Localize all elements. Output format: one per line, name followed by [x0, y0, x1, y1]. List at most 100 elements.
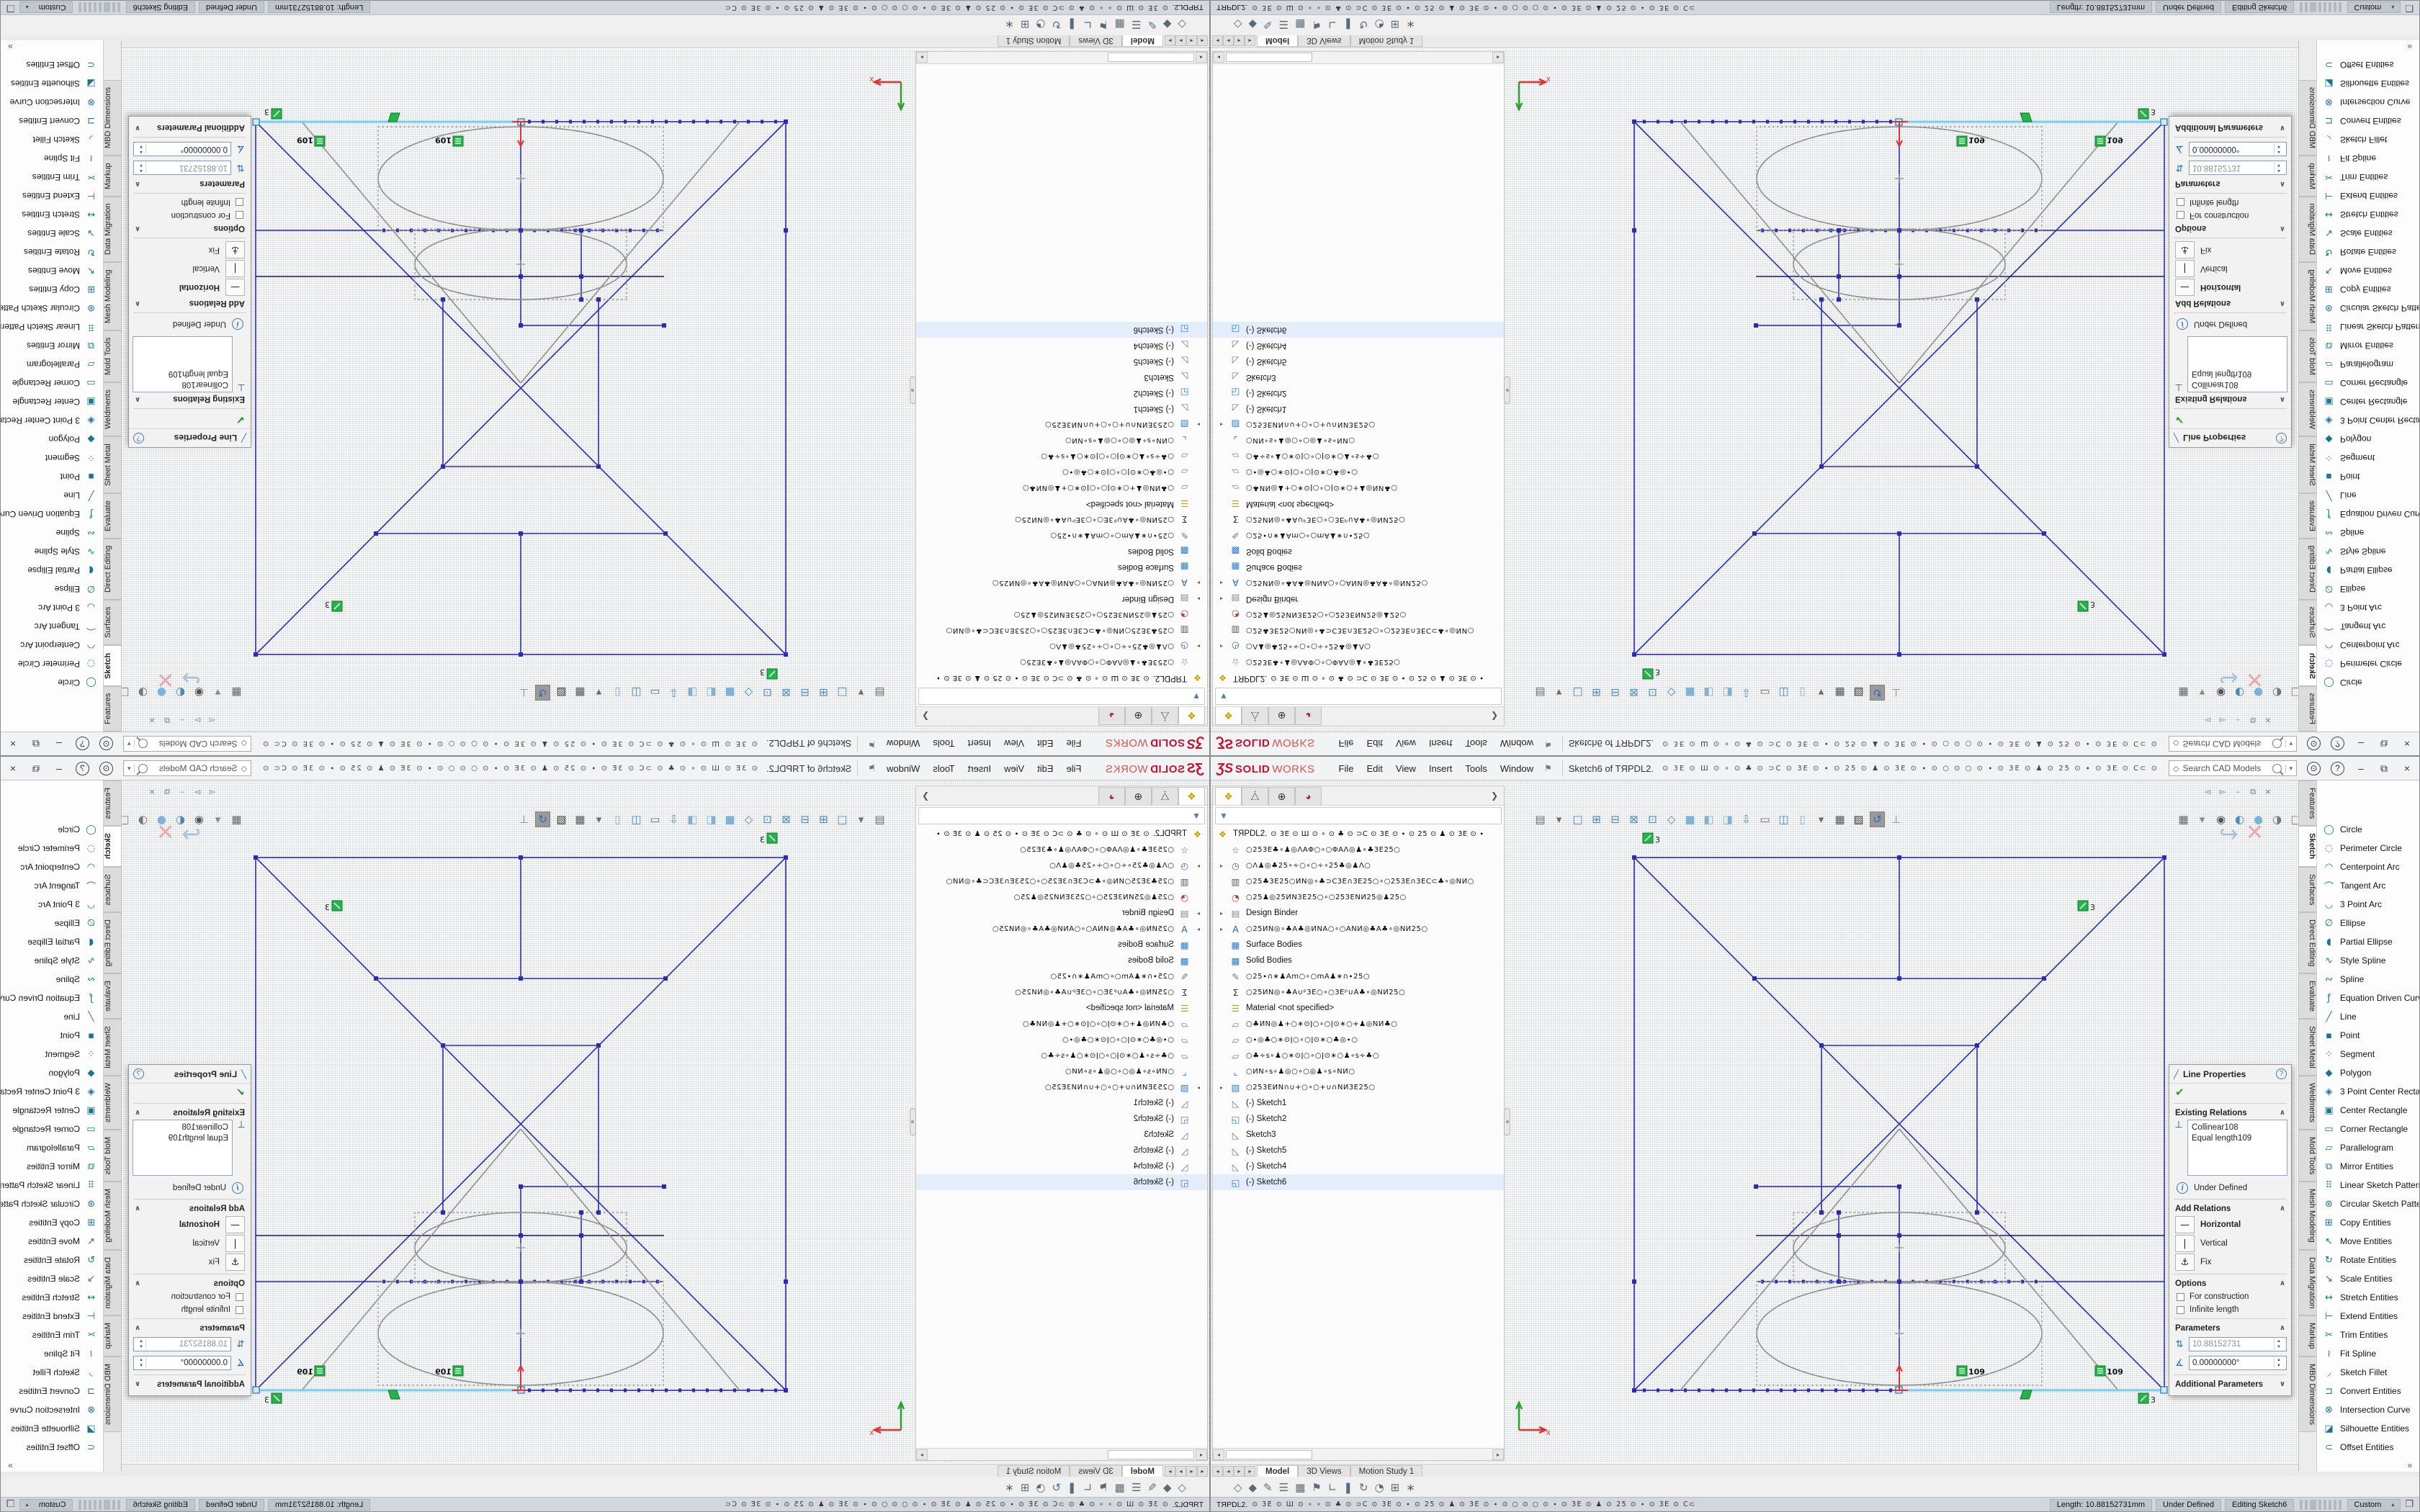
spinner-control[interactable]: ▲▼: [2274, 1357, 2283, 1369]
bottom-toolbar-icon[interactable]: ∗: [1406, 1481, 1415, 1494]
view-toolbar-icon[interactable]: ▭: [1757, 811, 1773, 827]
mdi-control-icon[interactable]: ▻: [192, 787, 202, 797]
sketch-tool-item[interactable]: ≀ Fit Spline: [1, 1344, 103, 1363]
relation-badge-109a[interactable]: 109: [435, 1366, 463, 1377]
exit-sketch-icon[interactable]: ↪: [2219, 665, 2238, 692]
view-toolbar-icon[interactable]: □: [1570, 811, 1585, 827]
sketch-tool-item[interactable]: ◡ 3 Point Arc: [1, 598, 103, 617]
sketch-tool-item[interactable]: ⁘ Segment: [2317, 1045, 2419, 1063]
sketch-tool-item[interactable]: ◌ Perimeter Circle: [2317, 654, 2419, 673]
section-existing-relations[interactable]: Existing Relations ∧: [129, 392, 251, 406]
mdi-control-icon[interactable]: ⧉: [162, 715, 172, 725]
sketch-tool-item[interactable]: ↻ Rotate Entities: [2317, 1251, 2419, 1269]
relation-badge-109a[interactable]: 109: [1957, 135, 1985, 146]
tree-item[interactable]: ▸ ▤ Design Binder: [1213, 905, 1504, 921]
sketch-tool-item[interactable]: ↘ Scale Entities: [2317, 1269, 2419, 1288]
exit-sketch-icon[interactable]: ↪: [2219, 820, 2238, 847]
relation-list-item[interactable]: Collinear108: [2192, 1122, 2283, 1133]
tab-nav-button[interactable]: ▸: [1165, 35, 1175, 46]
tree-item[interactable]: ◺ (-) Sketch1: [1213, 401, 1504, 417]
sketch-tool-item[interactable]: ⊛ Circular Sketch Pattern: [2317, 299, 2419, 318]
sketch-tool-item[interactable]: ↻ Rotate Entities: [1, 243, 103, 261]
feature-manager-tab[interactable]: ◕: [1098, 707, 1125, 725]
sketch-tool-item[interactable]: ◞ Sketch Fillet: [2317, 130, 2419, 149]
view-toolbar-icon[interactable]: ◨: [685, 811, 700, 827]
bottom-toolbar-icon[interactable]: ∟: [1328, 1481, 1337, 1494]
display-toolbar-icon[interactable]: ▾: [2195, 685, 2210, 701]
tree-item[interactable]: ▱ ○♣ИΝ◎♟+○∗⊙ǀ○∘○ǀ⊙∗○+♟◎ΝИ♣○: [916, 1016, 1207, 1032]
sketch-tool-item[interactable]: ↻ Rotate Entities: [1, 1251, 103, 1269]
flyout-arrow-icon[interactable]: ❯: [1491, 791, 1498, 801]
quick-access-toolbar[interactable]: ⊙ 3Ε ⊙ Ш ⊙ ∘ ⊙ ♣ ⊙ ⊃C ⊙ 3Ε ⊙ ∙ ⊙ 25 ⊙ ♟ …: [260, 765, 758, 773]
add-relation-button[interactable]: — Horizontal: [2169, 1215, 2291, 1234]
bottom-toolbar-icon[interactable]: ∗: [1406, 18, 1415, 31]
status-tag-icon[interactable]: ❒: [2405, 1499, 2414, 1510]
mdi-control-icon[interactable]: ⧉: [2248, 715, 2258, 725]
sketch-tool-item[interactable]: ∅ Ellipse: [2317, 914, 2419, 932]
relation-badge-3a[interactable]: 3: [760, 833, 777, 845]
section-add-relations[interactable]: Add Relations ∧: [129, 297, 251, 310]
pin-menu-icon[interactable]: ⚑: [1544, 763, 1552, 773]
view-toolbar-icon[interactable]: ▤: [872, 811, 887, 827]
relation-list-item[interactable]: Collinear108: [2192, 379, 2283, 390]
bottom-toolbar-icon[interactable]: ↻: [1052, 1481, 1062, 1494]
toolbar-overflow-chevron[interactable]: »: [2407, 42, 2412, 52]
sketch-tool-item[interactable]: ⌒ Tangent Arc: [2317, 876, 2419, 895]
window-button[interactable]: ?: [2331, 762, 2344, 775]
bottom-toolbar-icon[interactable]: ◇: [1234, 18, 1242, 31]
view-toolbar-icon[interactable]: ◨: [1720, 685, 1735, 701]
parameter-field[interactable]: 0.00000000° ▲▼: [133, 1356, 231, 1370]
commandmanager-tab[interactable]: Data Migration: [2298, 1250, 2316, 1316]
sketch-tool-item[interactable]: ∿ Style Spline: [2317, 951, 2419, 970]
tree-item[interactable]: ✎ ○25∙∩∗♟Αm○∘○mΑ♟∗∩∙25○: [916, 968, 1207, 984]
view-toolbar-icon[interactable]: ▾: [853, 811, 869, 827]
tree-item[interactable]: ◺ (-) Sketch4: [916, 1158, 1207, 1174]
sketch-tool-item[interactable]: ⌒ Tangent Arc: [2317, 617, 2419, 636]
sketch-tool-item[interactable]: ▪ Point: [1, 1026, 103, 1045]
tab-nav-button[interactable]: ▸: [1165, 1466, 1175, 1477]
display-toolbar-icon[interactable]: ◑: [135, 811, 151, 827]
expand-arrow-icon[interactable]: ▸: [1191, 422, 1200, 428]
sketch-tool-item[interactable]: ↘ Scale Entities: [2317, 224, 2419, 243]
relation-badge-109a[interactable]: 109: [1957, 1366, 1985, 1377]
window-button[interactable]: –: [2354, 738, 2367, 750]
commandmanager-tab[interactable]: Sketch: [2298, 646, 2316, 686]
bottom-toolbar-icon[interactable]: ⊞: [1021, 1481, 1030, 1494]
add-relation-button[interactable]: | Vertical: [129, 1234, 251, 1253]
display-toolbar-icon[interactable]: ▦: [229, 811, 244, 827]
expand-arrow-icon[interactable]: ▸: [1220, 1084, 1229, 1091]
tree-item[interactable]: ☆ ○253Ε♣∘♟◎ΛΑΦ○∘○ΦΑΛ◎♟∘♣3Ε25○: [1213, 842, 1504, 858]
menu-item[interactable]: View: [998, 760, 1031, 777]
view-toolbar-icon[interactable]: ↺: [535, 811, 550, 827]
sketch-tool-item[interactable]: ✂ Trim Entities: [1, 1326, 103, 1344]
search-icon[interactable]: [138, 764, 148, 773]
sketch-tool-item[interactable]: ↖ Move Entities: [2317, 261, 2419, 280]
sketch-tool-item[interactable]: ⊞ Copy Entities: [2317, 1213, 2419, 1232]
chevron-up-icon[interactable]: ∧: [2280, 1109, 2285, 1117]
view-toolbar-icon[interactable]: ▯: [610, 811, 625, 827]
view-toolbar-icon[interactable]: ↺: [1870, 811, 1885, 827]
commandmanager-tab[interactable]: Markup: [2298, 1315, 2316, 1356]
view-toolbar-icon[interactable]: ▯: [1795, 811, 1810, 827]
sketch-tool-item[interactable]: ⊂ Offset Entities: [1, 1438, 103, 1457]
sketch-tool-item[interactable]: ∅ Ellipse: [1, 580, 103, 598]
parameter-value[interactable]: 10.88152731: [146, 1340, 228, 1349]
tree-item[interactable]: ✎ ○25∙∩∗♟Αm○∘○mΑ♟∗∩∙25○: [1213, 528, 1504, 544]
relation-badge-3b[interactable]: 3: [2078, 600, 2095, 611]
commandmanager-tab[interactable]: Sheet Metal: [2298, 1019, 2316, 1076]
sketch-tool-item[interactable]: ⊢ Extend Entities: [1, 1307, 103, 1326]
tree-item[interactable]: ◔ ○25♟◎25ИΝ3Ε25○∘○253ΕΝИ25◎♟25○: [1213, 607, 1504, 623]
window-button[interactable]: ×: [6, 762, 19, 774]
tree-root-item[interactable]: ❖ TЯPDL2. ⊙ 3Ε ⊙ Ш ⊙ ∘ ⊙ ♣ ⊙ ⊃C ⊙ 3Ε ⊙ ∙…: [1213, 826, 1504, 842]
sketch-triangle-right[interactable]: [302, 1129, 521, 1390]
chevron-up-icon[interactable]: ∧: [2280, 1324, 2285, 1333]
sketch-tool-item[interactable]: ƒ Equation Driven Curve: [2317, 505, 2419, 523]
scroll-left-icon[interactable]: ◂: [1213, 53, 1224, 63]
tree-item[interactable]: ◺ Sketch3: [1213, 369, 1504, 385]
commandmanager-tab[interactable]: Weldments: [104, 1076, 122, 1130]
sketch-tool-item[interactable]: ≀ Fit Spline: [1, 149, 103, 168]
bottom-toolbar-icon[interactable]: ✎: [1147, 18, 1157, 31]
view-toolbar-icon[interactable]: ▾: [1551, 811, 1567, 827]
checkbox[interactable]: [2177, 199, 2184, 207]
relation-badge-3b[interactable]: 3: [325, 901, 342, 912]
